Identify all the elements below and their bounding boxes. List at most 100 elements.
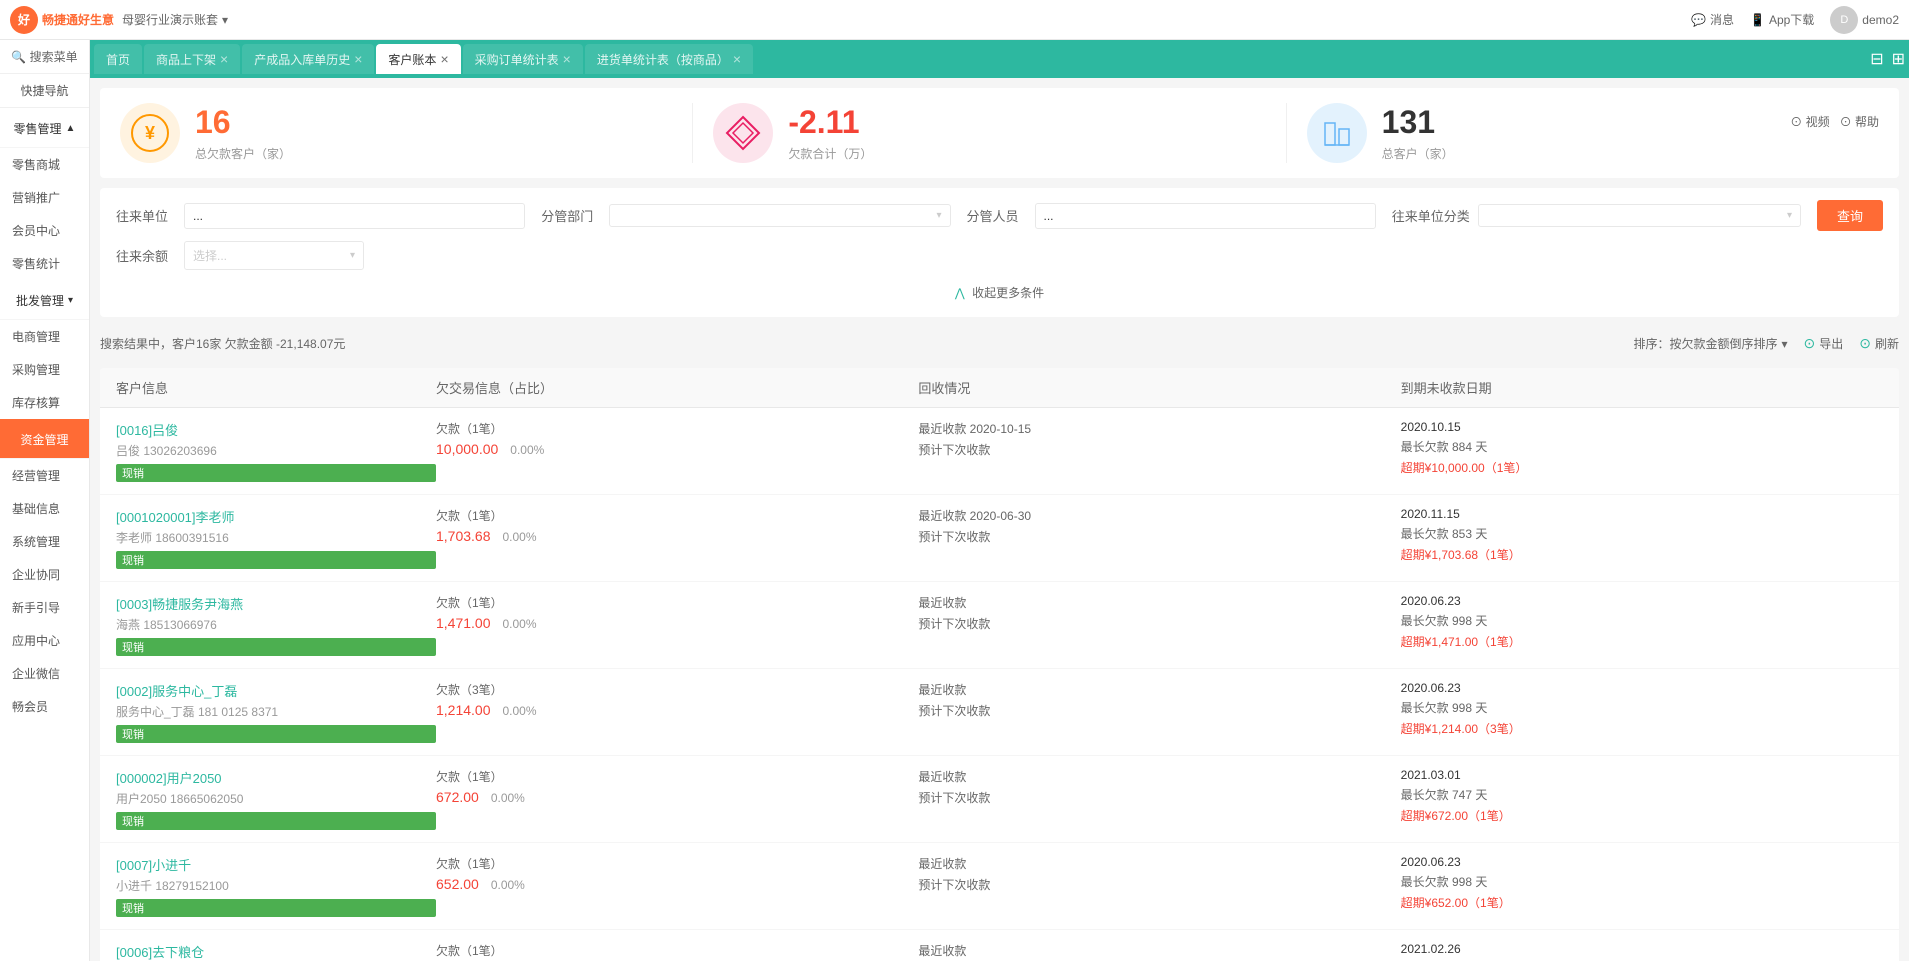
customer-name-4[interactable]: [0002]服务中心_丁磊 bbox=[116, 681, 436, 700]
sidebar-item-app-center[interactable]: 应用中心 bbox=[0, 624, 89, 657]
customer-name-7[interactable]: [0006]去下粮仓 bbox=[116, 942, 436, 961]
dept-select[interactable]: ▾ bbox=[609, 204, 950, 227]
next-payment-3: 预计下次收款 bbox=[918, 615, 1400, 632]
sidebar-item-member[interactable]: 会员中心 bbox=[0, 214, 89, 247]
manager-input[interactable]: ... bbox=[1035, 203, 1376, 229]
col-debt-info: 欠交易信息（占比） bbox=[436, 378, 918, 397]
tab-products-off[interactable]: 商品上下架 × bbox=[144, 44, 240, 74]
collapse-button[interactable]: ⋀ 收起更多条件 bbox=[116, 280, 1883, 305]
tab-purchase-list-close[interactable]: × bbox=[733, 52, 741, 66]
collapse-label: 收起更多条件 bbox=[972, 286, 1044, 300]
app-download-button[interactable]: 📱 App下载 bbox=[1750, 11, 1814, 28]
collapse-icon: ⋀ bbox=[955, 286, 965, 300]
debt-amount-row-5: 672.00 0.00% bbox=[436, 789, 918, 805]
user-menu[interactable]: D demo2 bbox=[1830, 6, 1899, 34]
export-button[interactable]: ⊙ 导出 bbox=[1804, 335, 1844, 352]
overdue-days-1: 最长欠款 884 天 bbox=[1401, 438, 1883, 455]
filter-row-2: 往来余额 选择... ▾ bbox=[116, 241, 1883, 270]
help-button[interactable]: ⊙ 帮助 bbox=[1840, 113, 1879, 130]
overdue-info-2: 2020.11.15 最长欠款 853 天 超期¥1,703.68（1笔） bbox=[1401, 507, 1883, 569]
table-row: [0006]去下粮仓 陈小帅 现销 欠款（1笔） 455.90 0.00% bbox=[100, 930, 1899, 961]
customer-name-2[interactable]: [0001020001]李老师 bbox=[116, 507, 436, 526]
overdue-days-5: 最长欠款 747 天 bbox=[1401, 786, 1883, 803]
sidebar-item-retail-stats[interactable]: 零售统计 bbox=[0, 247, 89, 280]
sidebar-item-ecommerce[interactable]: 电商管理 bbox=[0, 320, 89, 353]
tab-purchase-list[interactable]: 进货单统计表（按商品） × bbox=[585, 44, 753, 74]
refresh-button[interactable]: ⊙ 刷新 bbox=[1859, 335, 1899, 352]
tab-home[interactable]: 首页 bbox=[94, 44, 142, 74]
last-payment-3: 最近收款 bbox=[918, 594, 1400, 611]
next-payment-5: 预计下次收款 bbox=[918, 789, 1400, 806]
sidebar-item-purchase[interactable]: 采购管理 bbox=[0, 353, 89, 386]
balance-placeholder: 选择... bbox=[193, 247, 227, 264]
recovery-info-5: 最近收款 预计下次收款 bbox=[918, 768, 1400, 830]
quick-nav[interactable]: 快捷导航 bbox=[0, 74, 89, 108]
tab-purchase-stats-close[interactable]: × bbox=[563, 52, 571, 66]
vip-label: 畅会员 bbox=[12, 700, 48, 714]
video-button[interactable]: ⊙ 视频 bbox=[1790, 113, 1829, 130]
debt-percent-4: 0.00% bbox=[503, 704, 537, 718]
finance-label: 资金管理 bbox=[5, 431, 84, 448]
customer-name-1[interactable]: [0016]吕俊 bbox=[116, 420, 436, 439]
debt-row-1: 欠款（1笔） bbox=[436, 420, 918, 437]
debt-count-6: 欠款（1笔） bbox=[436, 855, 918, 872]
unit-category-arrow-icon: ▾ bbox=[1787, 210, 1792, 221]
download-icon: 📱 bbox=[1750, 13, 1765, 27]
source-unit-input[interactable]: ... bbox=[184, 203, 525, 229]
export-label: 导出 bbox=[1819, 335, 1843, 352]
sidebar-item-retail-manage[interactable]: 零售管理 ▲ bbox=[0, 108, 89, 148]
debt-customers-label: 总欠款客户（家） bbox=[195, 145, 291, 162]
tab-maximize-icon[interactable]: ⊞ bbox=[1892, 49, 1905, 69]
customer-tag-3: 现销 bbox=[116, 638, 436, 656]
sidebar-item-batch-manage[interactable]: 批发管理 ▾ bbox=[0, 280, 89, 320]
sidebar-item-vip[interactable]: 畅会员 bbox=[0, 690, 89, 723]
avatar-initials: D bbox=[1840, 14, 1848, 26]
tab-customer-account-close[interactable]: × bbox=[440, 52, 448, 66]
balance-select[interactable]: 选择... ▾ bbox=[184, 241, 364, 270]
overdue-info-5: 2021.03.01 最长欠款 747 天 超期¥672.00（1笔） bbox=[1401, 768, 1883, 830]
debt-customers-value: 16 bbox=[195, 104, 291, 141]
stat-debt-amount: -2.11 欠款合计（万） bbox=[693, 103, 1286, 163]
sidebar-item-finance[interactable]: 资金管理 bbox=[0, 419, 89, 459]
col-overdue: 到期未收款日期 bbox=[1401, 378, 1883, 397]
sort-button[interactable]: 排序：按欠款金额倒序排序 ▾ bbox=[1633, 335, 1787, 352]
tab-purchase-stats[interactable]: 采购订单统计表 × bbox=[463, 44, 583, 74]
customer-info-4: [0002]服务中心_丁磊 服务中心_丁磊 181 0125 8371 现销 bbox=[116, 681, 436, 743]
customer-name-6[interactable]: [0007]小进千 bbox=[116, 855, 436, 874]
unit-category-select[interactable]: ▾ bbox=[1478, 204, 1801, 227]
sidebar-item-marketing[interactable]: 营销推广 bbox=[0, 181, 89, 214]
top-bar-right: 💬 消息 📱 App下载 D demo2 bbox=[1691, 6, 1899, 34]
industry-selector[interactable]: 母婴行业演示账套 ▾ bbox=[122, 11, 228, 28]
table-row: [0016]吕俊 吕俊 13026203696 现销 欠款（1笔） 10,000… bbox=[100, 408, 1899, 495]
data-table: 客户信息 欠交易信息（占比） 回收情况 到期未收款日期 [0016]吕俊 吕俊 … bbox=[100, 368, 1899, 961]
sidebar-item-basic-info[interactable]: 基础信息 bbox=[0, 492, 89, 525]
sidebar-item-operations[interactable]: 经营管理 bbox=[0, 459, 89, 492]
sidebar-item-guide[interactable]: 新手引导 bbox=[0, 591, 89, 624]
tab-products-off-close[interactable]: × bbox=[220, 52, 228, 66]
stat-debt-customers: ¥ 16 总欠款客户（家） bbox=[120, 103, 693, 163]
tab-product-history-close[interactable]: × bbox=[354, 52, 362, 66]
search-button[interactable]: 查询 bbox=[1817, 200, 1883, 231]
sidebar-item-wechat[interactable]: 企业微信 bbox=[0, 657, 89, 690]
tab-minimize-icon[interactable]: ⊟ bbox=[1870, 49, 1883, 69]
customer-name-5[interactable]: [000002]用户2050 bbox=[116, 768, 436, 787]
customer-name-3[interactable]: [0003]畅捷服务尹海燕 bbox=[116, 594, 436, 613]
debt-amount-row-3: 1,471.00 0.00% bbox=[436, 615, 918, 631]
marketing-label: 营销推广 bbox=[12, 191, 60, 205]
sidebar-search[interactable]: 🔍 搜索菜单 bbox=[0, 40, 89, 74]
overdue-detail-6: 超期¥652.00（1笔） bbox=[1401, 894, 1883, 911]
debt-count-7: 欠款（1笔） bbox=[436, 942, 918, 959]
last-payment-5: 最近收款 bbox=[918, 768, 1400, 785]
tab-customer-account[interactable]: 客户账本 × bbox=[376, 44, 460, 74]
message-button[interactable]: 💬 消息 bbox=[1691, 11, 1734, 28]
sidebar-item-retail-mall[interactable]: 零售商城 bbox=[0, 148, 89, 181]
debt-amount-value: -2.11 bbox=[788, 104, 872, 141]
top-bar-left: 好 畅捷通好生意 母婴行业演示账套 ▾ bbox=[10, 6, 228, 34]
sidebar: 🔍 搜索菜单 快捷导航 零售管理 ▲ 零售商城 营销推广 会员中心 bbox=[0, 40, 90, 961]
sidebar-item-system[interactable]: 系统管理 bbox=[0, 525, 89, 558]
sidebar-item-enterprise[interactable]: 企业协同 bbox=[0, 558, 89, 591]
overdue-days-2: 最长欠款 853 天 bbox=[1401, 525, 1883, 542]
customer-info-6: [0007]小进千 小进千 18279152100 现销 bbox=[116, 855, 436, 917]
sidebar-item-inventory[interactable]: 库存核算 bbox=[0, 386, 89, 419]
tab-product-history[interactable]: 产成品入库单历史 × bbox=[242, 44, 374, 74]
